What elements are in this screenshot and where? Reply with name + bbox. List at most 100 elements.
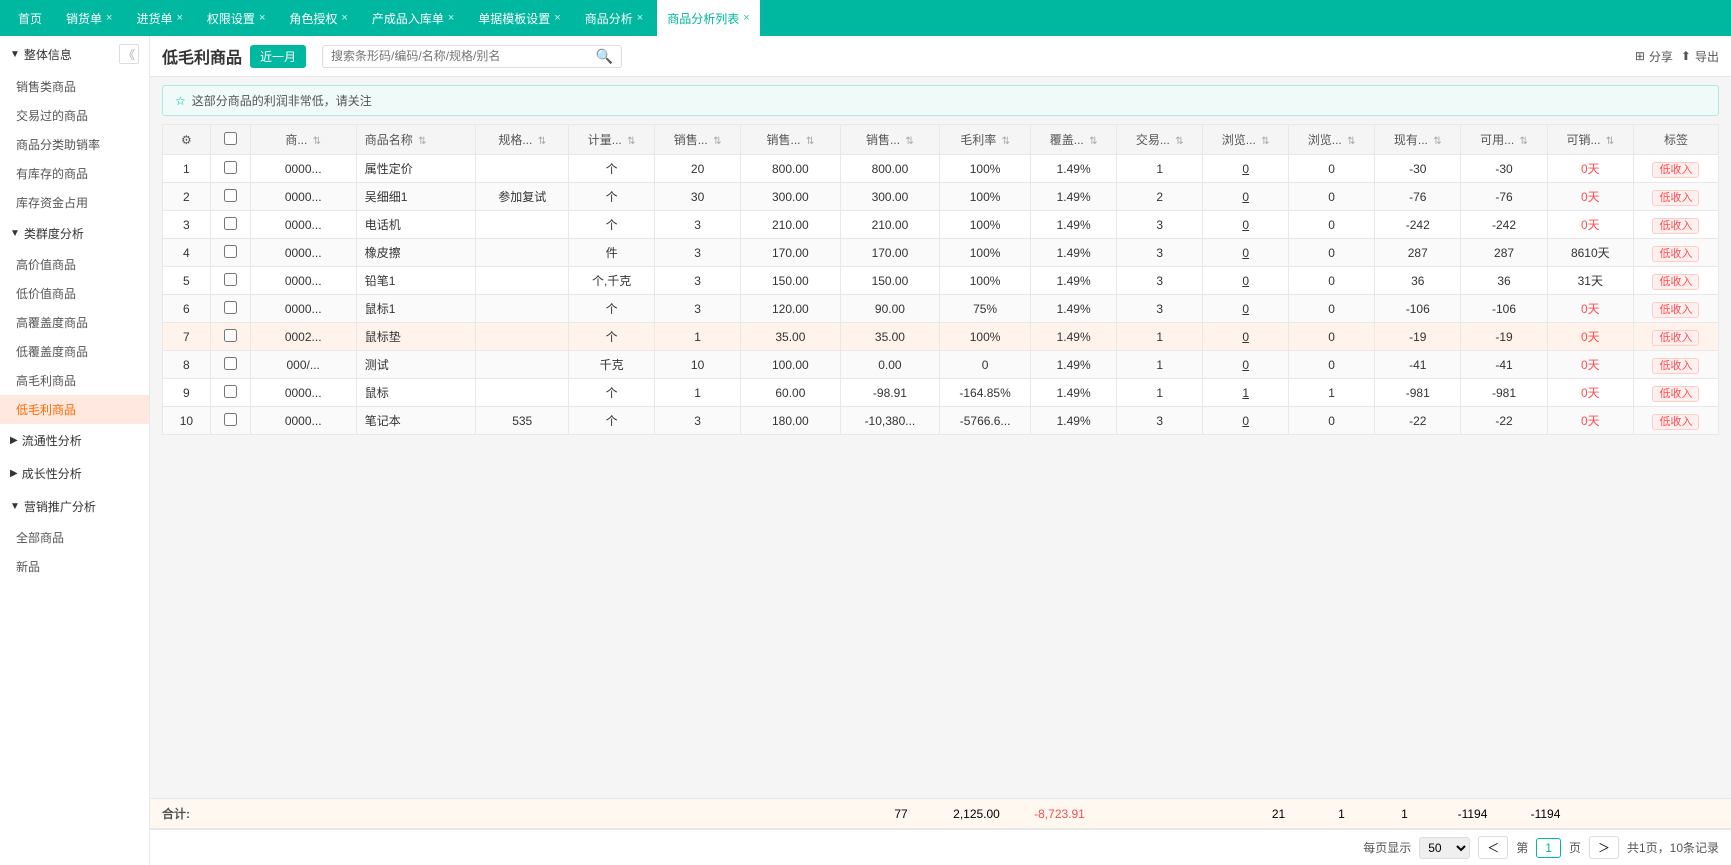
- sidebar-item-sales-goods[interactable]: 销售类商品: [0, 72, 149, 101]
- sidebar-item-stocked-goods[interactable]: 有库存的商品: [0, 159, 149, 188]
- row-select-checkbox[interactable]: [224, 273, 237, 286]
- row-view1[interactable]: 0: [1203, 295, 1289, 323]
- th-code[interactable]: 商... ⇅: [250, 125, 356, 155]
- row-view1[interactable]: 0: [1203, 407, 1289, 435]
- th-stock-available[interactable]: 可用... ⇅: [1461, 125, 1547, 155]
- prev-page-button[interactable]: ＜: [1478, 836, 1508, 859]
- settings-icon[interactable]: ⚙: [181, 133, 192, 147]
- row-tag: 低收入: [1633, 155, 1718, 183]
- th-spec[interactable]: 规格... ⇅: [476, 125, 569, 155]
- row-checkbox[interactable]: [210, 239, 250, 267]
- table-row: 1 0000... 属性定价 个 20 800.00 800.00 100% 1…: [163, 155, 1719, 183]
- sidebar-section-marketing[interactable]: ▼ 营销推广分析: [0, 490, 149, 523]
- sidebar-item-new-goods[interactable]: 新品: [0, 552, 149, 581]
- row-checkbox[interactable]: [210, 407, 250, 435]
- nav-sales-order[interactable]: 销货单 ×: [56, 0, 122, 36]
- close-icon[interactable]: ×: [637, 12, 643, 24]
- th-settings[interactable]: ⚙: [163, 125, 211, 155]
- th-name[interactable]: 商品名称 ⇅: [356, 125, 475, 155]
- nav-goods-analysis[interactable]: 商品分析 ×: [575, 0, 653, 36]
- sidebar-item-high-value[interactable]: 高价值商品: [0, 250, 149, 279]
- th-stock-current[interactable]: 现有... ⇅: [1375, 125, 1461, 155]
- row-select-checkbox[interactable]: [224, 413, 237, 426]
- sidebar-section-growth[interactable]: ▶ 成长性分析: [0, 457, 149, 490]
- row-view1[interactable]: 0: [1203, 351, 1289, 379]
- row-select-checkbox[interactable]: [224, 385, 237, 398]
- close-icon[interactable]: ×: [106, 12, 112, 24]
- close-icon[interactable]: ×: [448, 12, 454, 24]
- sidebar-item-high-margin[interactable]: 高毛利商品: [0, 366, 149, 395]
- row-select-checkbox[interactable]: [224, 329, 237, 342]
- collapse-button[interactable]: 《: [119, 44, 139, 64]
- row-select-checkbox[interactable]: [224, 245, 237, 258]
- close-icon[interactable]: ×: [554, 12, 560, 24]
- row-sales-qty: 3: [655, 407, 741, 435]
- th-sales-qty[interactable]: 销售... ⇅: [655, 125, 741, 155]
- search-icon[interactable]: 🔍: [596, 48, 613, 65]
- nav-role-auth[interactable]: 角色授权 ×: [279, 0, 357, 36]
- per-page-select[interactable]: 50 100 200: [1419, 837, 1470, 859]
- row-view1[interactable]: 0: [1203, 239, 1289, 267]
- row-code: 000/...: [250, 351, 356, 379]
- sidebar-section-overall[interactable]: ▼ 整体信息 《: [0, 36, 149, 72]
- th-sales-profit[interactable]: 销售... ⇅: [840, 125, 940, 155]
- sidebar-item-stock-capital[interactable]: 库存资金占用: [0, 188, 149, 217]
- next-page-button[interactable]: ＞: [1589, 836, 1619, 859]
- row-select-checkbox[interactable]: [224, 161, 237, 174]
- row-select-checkbox[interactable]: [224, 301, 237, 314]
- row-checkbox[interactable]: [210, 155, 250, 183]
- row-checkbox[interactable]: [210, 379, 250, 407]
- nav-template-settings[interactable]: 单据模板设置 ×: [468, 0, 570, 36]
- nav-goods-analysis-list[interactable]: 商品分析列表 ×: [657, 0, 759, 36]
- row-checkbox[interactable]: [210, 183, 250, 211]
- sidebar-item-low-value[interactable]: 低价值商品: [0, 279, 149, 308]
- row-select-checkbox[interactable]: [224, 189, 237, 202]
- th-coverage[interactable]: 覆盖... ⇅: [1030, 125, 1116, 155]
- close-icon[interactable]: ×: [743, 12, 749, 24]
- sidebar-section-cluster[interactable]: ▼ 类群度分析: [0, 217, 149, 250]
- row-view1[interactable]: 1: [1203, 379, 1289, 407]
- row-checkbox[interactable]: [210, 323, 250, 351]
- period-button[interactable]: 近一月: [250, 45, 306, 68]
- sidebar-item-low-margin[interactable]: 低毛利商品: [0, 395, 149, 424]
- row-checkbox[interactable]: [210, 267, 250, 295]
- row-select-checkbox[interactable]: [224, 357, 237, 370]
- row-view1[interactable]: 0: [1203, 211, 1289, 239]
- sidebar-item-high-coverage[interactable]: 高覆盖度商品: [0, 308, 149, 337]
- close-icon[interactable]: ×: [341, 12, 347, 24]
- row-view1[interactable]: 0: [1203, 155, 1289, 183]
- row-checkbox[interactable]: [210, 295, 250, 323]
- nav-product-inbound[interactable]: 产成品入库单 ×: [362, 0, 464, 36]
- nav-permissions[interactable]: 权限设置 ×: [197, 0, 275, 36]
- table-row: 2 0000... 吴细细1 参加复试 个 30 300.00 300.00 1…: [163, 183, 1719, 211]
- close-icon[interactable]: ×: [176, 12, 182, 24]
- row-view1[interactable]: 0: [1203, 267, 1289, 295]
- row-checkbox[interactable]: [210, 211, 250, 239]
- row-checkbox[interactable]: [210, 351, 250, 379]
- row-trade: 3: [1117, 211, 1203, 239]
- th-view1[interactable]: 浏览... ⇅: [1203, 125, 1289, 155]
- close-icon[interactable]: ×: [259, 12, 265, 24]
- sidebar-item-all-goods[interactable]: 全部商品: [0, 523, 149, 552]
- sidebar-item-low-coverage[interactable]: 低覆盖度商品: [0, 337, 149, 366]
- export-button[interactable]: ⬆ 导出: [1681, 48, 1719, 65]
- th-view2[interactable]: 浏览... ⇅: [1289, 125, 1375, 155]
- th-stock-sellable[interactable]: 可销... ⇅: [1547, 125, 1633, 155]
- row-view1[interactable]: 0: [1203, 183, 1289, 211]
- nav-home[interactable]: 首页: [8, 0, 52, 36]
- th-trade[interactable]: 交易... ⇅: [1117, 125, 1203, 155]
- sidebar-section-circulation[interactable]: ▶ 流通性分析: [0, 424, 149, 457]
- select-all-checkbox[interactable]: [224, 132, 237, 145]
- nav-purchase-order[interactable]: 进货单 ×: [126, 0, 192, 36]
- search-input[interactable]: [331, 49, 596, 63]
- sidebar-item-traded-goods[interactable]: 交易过的商品: [0, 101, 149, 130]
- share-button[interactable]: ⊞ 分享: [1635, 48, 1673, 65]
- th-gross-rate[interactable]: 毛利率 ⇅: [940, 125, 1031, 155]
- th-checkbox[interactable]: [210, 125, 250, 155]
- row-view1[interactable]: 0: [1203, 323, 1289, 351]
- th-sales-amt[interactable]: 销售... ⇅: [741, 125, 841, 155]
- row-select-checkbox[interactable]: [224, 217, 237, 230]
- sidebar-item-category-rate[interactable]: 商品分类助销率: [0, 130, 149, 159]
- th-tag[interactable]: 标签: [1633, 125, 1718, 155]
- th-unit[interactable]: 计量... ⇅: [569, 125, 655, 155]
